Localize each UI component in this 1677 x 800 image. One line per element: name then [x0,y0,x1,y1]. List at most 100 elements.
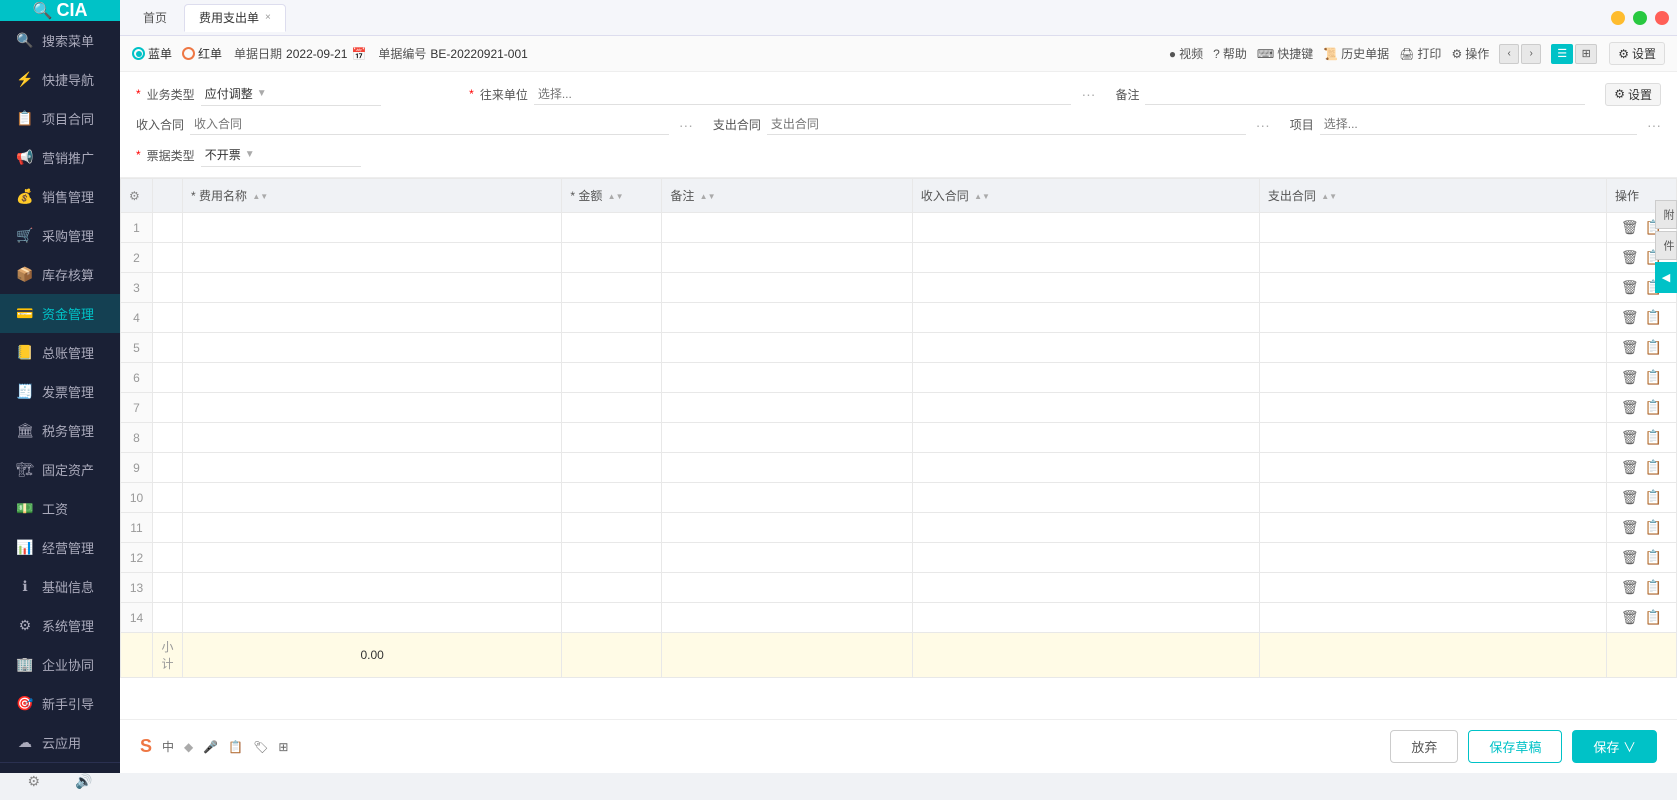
sidebar-item-sales[interactable]: 💰 销售管理 [0,177,120,216]
sidebar-item-marketing[interactable]: 📢 营销推广 [0,138,120,177]
delete-row-btn[interactable]: 🗑 [1618,488,1642,507]
cell-ops: 🗑📋 [1607,393,1677,423]
delete-row-btn[interactable]: 🗑 [1618,458,1642,477]
delete-row-btn[interactable]: 🗑 [1618,278,1642,297]
blue-bill-radio[interactable]: 蓝单 [132,45,172,62]
income-contract-more-icon[interactable]: ··· [679,117,693,133]
sort-arrows-amount[interactable]: ▲▼ [608,193,624,201]
cell-empty [912,363,1259,393]
delete-row-btn[interactable]: 🗑 [1618,518,1642,537]
settings-button[interactable]: ⚙ 设置 [1609,42,1665,65]
delete-row-btn[interactable]: 🗑 [1618,338,1642,357]
tab-expense[interactable]: 费用支出单 × [184,4,286,32]
delete-row-btn[interactable]: 🗑 [1618,428,1642,447]
side-panel-btn1[interactable]: 附 [1655,200,1677,229]
delete-row-btn[interactable]: 🗑 [1618,368,1642,387]
help-btn[interactable]: ? 帮助 [1213,45,1247,62]
print-btn[interactable]: 🖨 打印 [1399,45,1441,62]
settings-bottom-icon[interactable]: ⚙ [28,773,41,790]
delete-row-btn[interactable]: 🗑 [1618,548,1642,567]
sidebar-item-ledger[interactable]: 📒 总账管理 [0,333,120,372]
copy-row-btn[interactable]: 📋 [1642,398,1665,417]
sidebar-item-fixed-asset[interactable]: 🏗 固定资产 [0,450,120,489]
list-view-btn[interactable]: ☰ [1551,44,1573,64]
table-gear-icon[interactable]: ⚙ [129,189,140,203]
required-mark-2: * [469,87,474,101]
save-draft-button[interactable]: 保存草稿 [1468,730,1562,763]
sidebar-item-new-guide[interactable]: 🎯 新手引导 [0,684,120,723]
delete-row-btn[interactable]: 🗑 [1618,578,1642,597]
sidebar-item-cloud[interactable]: ☁ 云应用 [0,723,120,762]
copy-row-btn[interactable]: 📋 [1642,428,1665,447]
cell-empty [912,273,1259,303]
close-button[interactable] [1655,11,1669,25]
delete-row-btn[interactable]: 🗑 [1618,218,1642,237]
copy-row-btn[interactable]: 📋 [1642,308,1665,327]
invoice-type-select[interactable]: 不开票 ▼ [201,143,361,167]
save-button[interactable]: 保存 ∨ [1572,730,1657,763]
side-panel-btn2[interactable]: 件 [1655,231,1677,260]
copy-row-btn[interactable]: 📋 [1642,488,1665,507]
delete-row-btn[interactable]: 🗑 [1618,608,1642,627]
sidebar-item-project[interactable]: 📋 项目合同 [0,99,120,138]
grid-view-btn[interactable]: ⊞ [1575,44,1597,64]
sidebar-item-enterprise[interactable]: 🏢 企业协同 [0,645,120,684]
sort-arrows-expense[interactable]: ▲▼ [252,193,268,201]
delete-row-btn[interactable]: 🗑 [1618,398,1642,417]
copy-row-btn[interactable]: 📋 [1642,548,1665,567]
sidebar-item-inventory[interactable]: 📦 库存核算 [0,255,120,294]
partner-more-icon[interactable]: ··· [1081,86,1095,102]
copy-row-btn[interactable]: 📋 [1642,458,1665,477]
tab-home[interactable]: 首页 [128,4,182,32]
side-panel-btn3[interactable]: ◀ [1655,262,1677,293]
tab-close-icon[interactable]: × [265,12,271,23]
maximize-button[interactable] [1633,11,1647,25]
video-btn[interactable]: ● 视频 [1169,45,1203,62]
copy-row-btn[interactable]: 📋 [1642,518,1665,537]
sidebar-item-quick-nav[interactable]: ⚡ 快捷导航 [0,60,120,99]
expense-contract-input[interactable] [767,114,1246,135]
more-ops-btn[interactable]: ⚙ 操作 [1451,45,1489,62]
mic-icon[interactable]: 🎤 [203,740,218,754]
clipboard-icon[interactable]: 📋 [228,740,243,754]
red-bill-radio[interactable]: 红单 [182,45,222,62]
next-arrow[interactable]: › [1521,44,1541,64]
project-input[interactable] [1320,114,1637,135]
history-btn[interactable]: 📜 历史单据 [1323,45,1389,62]
delete-row-btn[interactable]: 🗑 [1618,308,1642,327]
delete-row-btn[interactable]: 🗑 [1618,248,1642,267]
sidebar-item-purchase[interactable]: 🛒 采购管理 [0,216,120,255]
shortcut-btn[interactable]: ⌨ 快捷键 [1257,45,1313,62]
copy-row-btn[interactable]: 📋 [1642,338,1665,357]
copy-row-btn[interactable]: 📋 [1642,608,1665,627]
sidebar-item-capital[interactable]: 💳 资金管理 [0,294,120,333]
remark-input[interactable] [1145,84,1585,105]
sort-arrows-note[interactable]: ▲▼ [700,193,716,201]
toolbar: 蓝单 红单 单据日期 2022-09-21 📅 单据编号 BE-20220921… [120,36,1677,72]
copy-row-btn[interactable]: 📋 [1642,578,1665,597]
expense-contract-more-icon[interactable]: ··· [1256,117,1270,133]
project-more-icon[interactable]: ··· [1647,117,1661,133]
top-settings-button[interactable]: ⚙ 设置 [1605,83,1661,106]
sidebar-item-search[interactable]: 🔍 搜索菜单 [0,21,120,60]
sort-arrows-expense-contract[interactable]: ▲▼ [1321,193,1337,201]
sidebar-item-invoice[interactable]: 🧾 发票管理 [0,372,120,411]
calendar-icon[interactable]: 📅 [351,47,366,61]
discard-button[interactable]: 放弃 [1390,730,1458,763]
volume-icon[interactable]: 🔊 [75,773,92,790]
business-type-select[interactable]: 应付调整 ▼ [201,82,381,106]
sidebar-item-tax[interactable]: 🏛 税务管理 [0,411,120,450]
sidebar-item-system[interactable]: ⚙ 系统管理 [0,606,120,645]
sidebar-item-basic-info[interactable]: ℹ 基础信息 [0,567,120,606]
sort-arrows-income[interactable]: ▲▼ [974,193,990,201]
grid-icon[interactable]: ⊞ [278,740,288,754]
prev-arrow[interactable]: ‹ [1499,44,1519,64]
sidebar-item-operations[interactable]: 📊 经营管理 [0,528,120,567]
tag-icon[interactable]: 🏷 [253,740,268,754]
minimize-button[interactable] [1611,11,1625,25]
partner-input[interactable] [534,84,1072,105]
copy-row-btn[interactable]: 📋 [1642,368,1665,387]
sidebar-item-salary[interactable]: 💵 工资 [0,489,120,528]
zh-icon[interactable]: 中 [162,738,174,755]
income-contract-input[interactable] [190,114,669,135]
